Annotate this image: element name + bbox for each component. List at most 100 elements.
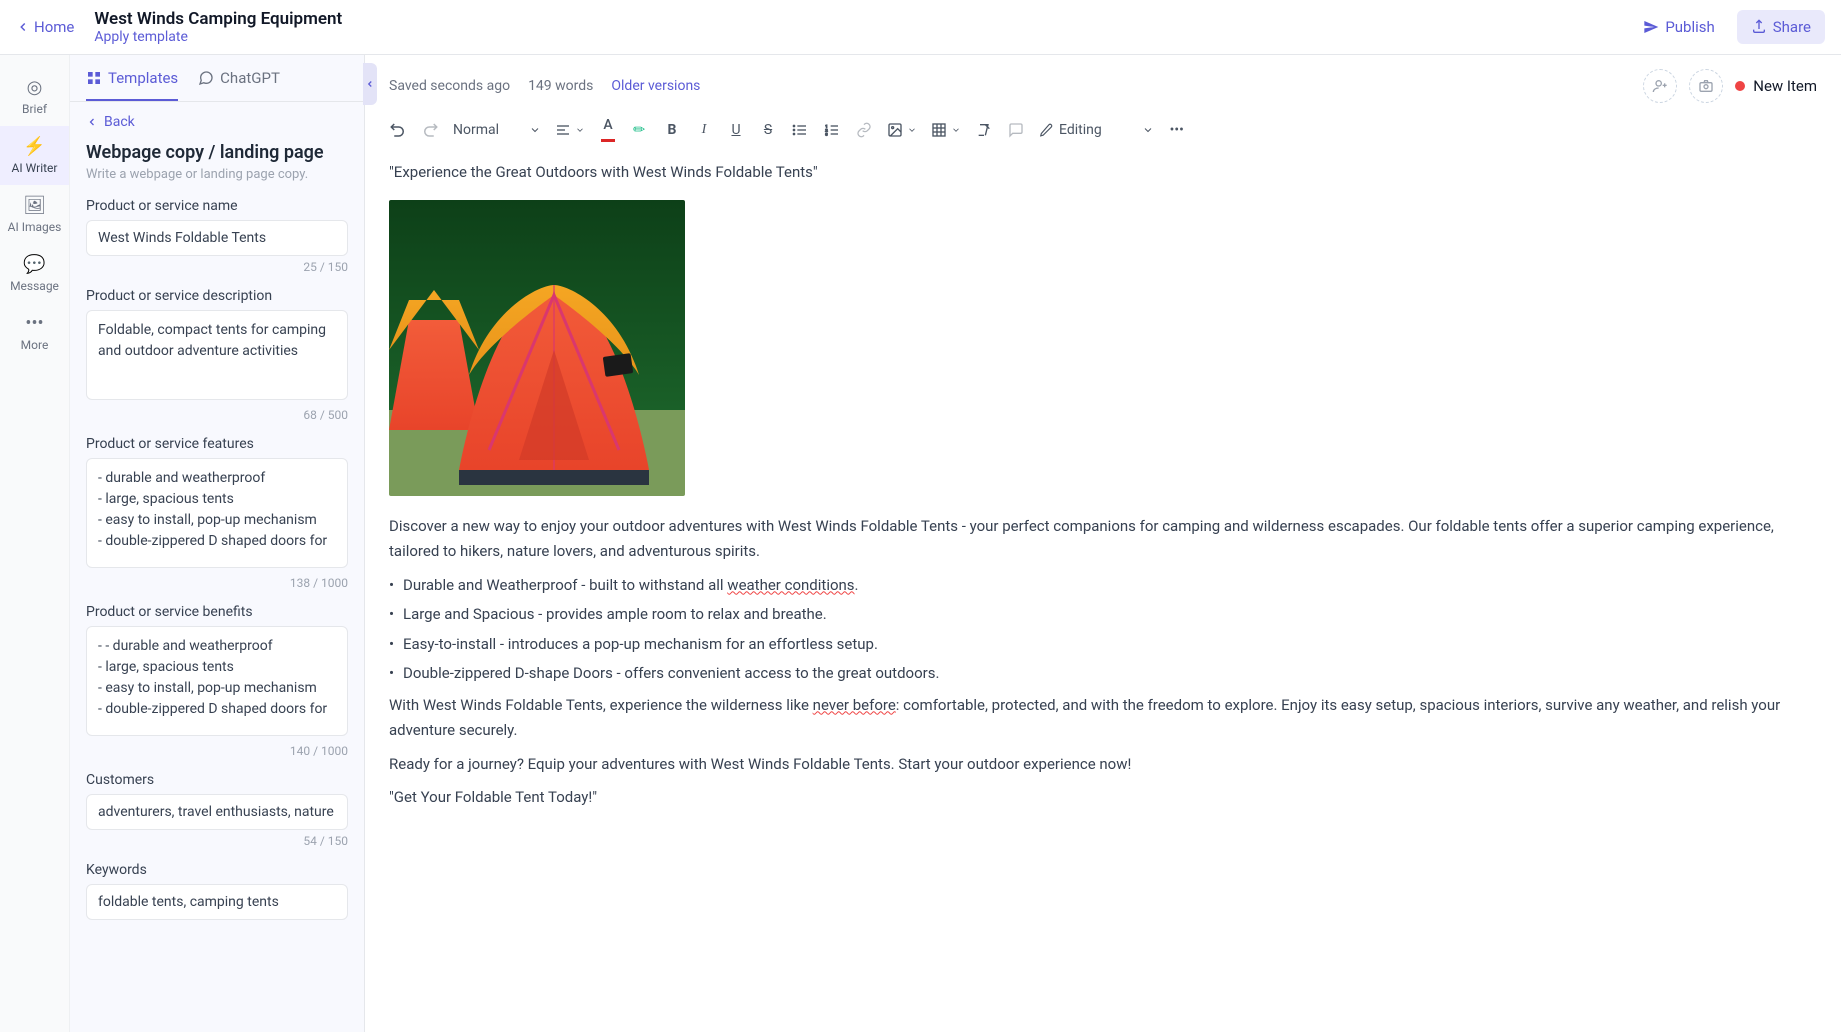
counter-customers: 54 / 150 <box>86 834 348 848</box>
new-item-label: New Item <box>1753 77 1817 95</box>
camera-button[interactable] <box>1689 69 1723 103</box>
chevron-down-icon <box>529 124 541 136</box>
doc-p3: Ready for a journey? Equip your adventur… <box>389 752 1817 778</box>
counter-product-features: 138 / 1000 <box>86 576 348 590</box>
doc-bullet-2: Large and Spacious - provides ample room… <box>389 602 1817 628</box>
topbar: Home West Winds Camping Equipment Apply … <box>0 0 1841 55</box>
lightning-icon: ⚡ <box>23 136 45 157</box>
rail-ai-writer[interactable]: ⚡ AI Writer <box>0 126 69 185</box>
image-icon: 🖼 <box>23 195 46 216</box>
input-product-name[interactable] <box>86 220 348 256</box>
older-versions-link[interactable]: Older versions <box>611 78 700 94</box>
tab-templates-label: Templates <box>108 69 178 87</box>
counter-product-benefits: 140 / 1000 <box>86 744 348 758</box>
numbered-list-icon: 123 <box>824 122 840 138</box>
comment-icon <box>1008 122 1024 138</box>
redo-button[interactable] <box>421 121 439 139</box>
chevron-down-icon <box>1142 124 1154 136</box>
bold-button[interactable]: B <box>663 122 681 138</box>
align-icon <box>555 122 571 138</box>
rail-brief-label: Brief <box>22 102 47 116</box>
table-button[interactable] <box>931 122 961 138</box>
label-product-name: Product or service name <box>86 198 348 214</box>
editing-label: Editing <box>1059 122 1102 138</box>
doc-bullet-3: Easy-to-install - introduces a pop-up me… <box>389 632 1817 658</box>
undo-button[interactable] <box>389 121 407 139</box>
label-keywords: Keywords <box>86 862 348 878</box>
user-plus-icon <box>1652 78 1668 94</box>
pencil-icon <box>1039 123 1053 137</box>
input-product-benefits[interactable] <box>86 626 348 736</box>
tab-chatgpt[interactable]: ChatGPT <box>198 69 280 101</box>
rail-ai-images[interactable]: 🖼 AI Images <box>0 185 69 244</box>
doc-p1: Discover a new way to enjoy your outdoor… <box>389 514 1817 565</box>
camera-icon <box>1698 78 1714 94</box>
home-link[interactable]: Home <box>16 18 74 36</box>
strikethrough-button[interactable]: S <box>759 122 777 138</box>
word-count: 149 words <box>528 78 593 94</box>
input-product-features[interactable] <box>86 458 348 568</box>
doc-bullet-4: Double-zippered D-shape Doors - offers c… <box>389 661 1817 687</box>
dots-icon: ••• <box>25 313 43 334</box>
input-product-desc[interactable] <box>86 310 348 400</box>
form-panel: Templates ChatGPT Back Webpage copy / la… <box>70 55 365 1032</box>
align-button[interactable] <box>555 122 585 138</box>
label-product-desc: Product or service description <box>86 288 348 304</box>
text-color-icon: A <box>603 117 612 133</box>
doc-headline: "Experience the Great Outdoors with West… <box>389 160 1817 186</box>
clear-format-icon <box>976 122 992 138</box>
svg-text:3: 3 <box>825 131 827 136</box>
toolbar: Normal A ✎ B I U S 123 Editing <box>365 103 1841 156</box>
redo-icon <box>421 121 439 139</box>
highlight-button[interactable]: ✎ <box>631 122 649 138</box>
chevron-down-icon <box>907 125 917 135</box>
back-link[interactable]: Back <box>86 114 348 130</box>
add-user-button[interactable] <box>1643 69 1677 103</box>
new-item-status[interactable]: New Item <box>1735 77 1817 95</box>
label-product-features: Product or service features <box>86 436 348 452</box>
rail-brief[interactable]: ◎ Brief <box>0 67 69 126</box>
underline-button[interactable]: U <box>727 122 745 138</box>
collapse-panel-button[interactable] <box>363 63 377 105</box>
rail-more[interactable]: ••• More <box>0 303 69 362</box>
clear-format-button[interactable] <box>975 122 993 138</box>
rail-ai-writer-label: AI Writer <box>12 161 58 175</box>
link-button[interactable] <box>855 122 873 138</box>
comment-button[interactable] <box>1007 122 1025 138</box>
counter-product-name: 25 / 150 <box>86 260 348 274</box>
format-label: Normal <box>453 122 499 138</box>
rail-message-label: Message <box>10 279 59 293</box>
picture-icon <box>887 122 903 138</box>
target-icon: ◎ <box>27 77 43 98</box>
tab-templates[interactable]: Templates <box>86 69 178 101</box>
more-toolbar-button[interactable]: ••• <box>1168 122 1186 138</box>
numbered-list-button[interactable]: 123 <box>823 122 841 138</box>
italic-button[interactable]: I <box>695 122 713 138</box>
share-label: Share <box>1773 18 1811 36</box>
label-product-benefits: Product or service benefits <box>86 604 348 620</box>
bullet-list-button[interactable] <box>791 122 809 138</box>
image-button[interactable] <box>887 122 917 138</box>
tent-image <box>389 200 685 496</box>
status-dot-icon <box>1735 81 1745 91</box>
doc-p2: With West Winds Foldable Tents, experien… <box>389 693 1817 744</box>
rail-message[interactable]: 💬 Message <box>0 244 69 303</box>
form-heading: Webpage copy / landing page <box>86 142 348 163</box>
bullet-list-icon <box>792 122 808 138</box>
text-color-button[interactable]: A <box>599 117 617 142</box>
input-customers[interactable] <box>86 794 348 830</box>
publish-button[interactable]: Publish <box>1633 12 1724 42</box>
editing-mode-select[interactable]: Editing <box>1039 122 1154 138</box>
label-customers: Customers <box>86 772 348 788</box>
undo-icon <box>389 121 407 139</box>
table-icon <box>931 122 947 138</box>
format-select[interactable]: Normal <box>453 122 541 138</box>
chat-icon: 💬 <box>23 254 45 275</box>
rail-ai-images-label: AI Images <box>8 220 62 234</box>
highlight-icon: ✎ <box>630 120 650 140</box>
share-button[interactable]: Share <box>1737 10 1825 44</box>
input-keywords[interactable] <box>86 884 348 920</box>
save-status: Saved seconds ago <box>389 78 510 94</box>
document-content[interactable]: "Experience the Great Outdoors with West… <box>365 156 1841 1032</box>
apply-template-link[interactable]: Apply template <box>94 29 342 45</box>
